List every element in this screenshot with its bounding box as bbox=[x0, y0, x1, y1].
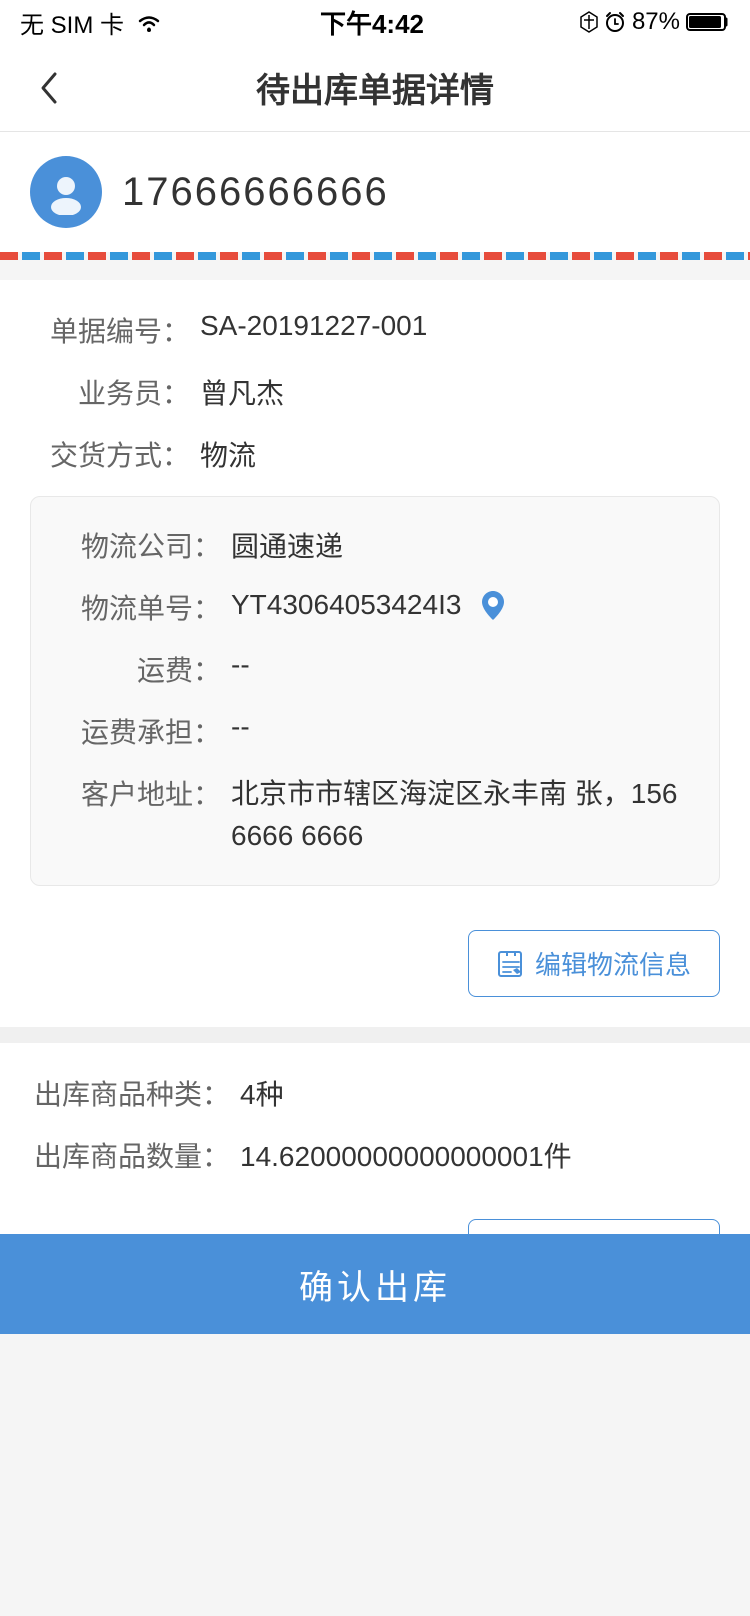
logistics-company-value: 圆通速递 bbox=[231, 525, 689, 565]
delivery-method-row: 交货方式： 物流 bbox=[30, 434, 720, 474]
logistics-freight-value: -- bbox=[231, 649, 689, 681]
nav-bar: 待出库单据详情 bbox=[0, 44, 750, 132]
delivery-method-label: 交货方式： bbox=[30, 434, 190, 474]
location-status-icon bbox=[580, 11, 598, 33]
status-time: 下午4:42 bbox=[320, 4, 424, 41]
edit-logistics-section: 编辑物流信息 bbox=[0, 910, 750, 1027]
page-title: 待出库单据详情 bbox=[256, 63, 494, 112]
logistics-address-row: 客户地址： 北京市市辖区海淀区永丰南 张，156 6666 6666 bbox=[61, 773, 689, 857]
logistics-freight-bearer-row: 运费承担： -- bbox=[61, 711, 689, 751]
logistics-address-value: 北京市市辖区海淀区永丰南 张，156 6666 6666 bbox=[231, 773, 689, 857]
logistics-address-label: 客户地址： bbox=[61, 773, 221, 813]
goods-quantity-label: 出库商品数量： bbox=[30, 1135, 230, 1175]
document-no-label: 单据编号： bbox=[30, 310, 190, 350]
dashed-separator bbox=[0, 252, 750, 260]
status-bar: 无 SIM 卡 下午4:42 87% bbox=[0, 0, 750, 44]
avatar bbox=[30, 156, 102, 228]
back-button[interactable] bbox=[24, 63, 74, 113]
logistics-freight-row: 运费： -- bbox=[61, 649, 689, 689]
battery-text: 87% bbox=[632, 8, 680, 36]
sales-person-label: 业务员： bbox=[30, 372, 190, 412]
status-right: 87% bbox=[580, 8, 730, 36]
logistics-tracking-value: YT43064053424I3 bbox=[231, 587, 689, 623]
confirm-outbound-button[interactable]: 确认出库 bbox=[299, 1260, 451, 1309]
goods-quantity-value: 14.62000000000000001件 bbox=[240, 1135, 720, 1175]
section-divider bbox=[0, 1027, 750, 1043]
sales-person-row: 业务员： 曾凡杰 bbox=[30, 372, 720, 412]
bottom-bar: 确认出库 bbox=[0, 1234, 750, 1334]
sales-person-value: 曾凡杰 bbox=[200, 372, 720, 412]
goods-section: 出库商品种类： 4种 出库商品数量： 14.62000000000000001件 bbox=[0, 1043, 750, 1199]
basic-info-section: 单据编号： SA-20191227-001 业务员： 曾凡杰 交货方式： 物流 … bbox=[0, 280, 750, 910]
status-left: 无 SIM 卡 bbox=[20, 5, 164, 40]
user-header: 17666666666 bbox=[0, 132, 750, 252]
logistics-freight-bearer-label: 运费承担： bbox=[61, 711, 221, 751]
goods-type-value: 4种 bbox=[240, 1073, 720, 1113]
user-avatar-icon bbox=[43, 169, 89, 215]
logistics-freight-label: 运费： bbox=[61, 649, 221, 689]
goods-type-row: 出库商品种类： 4种 bbox=[30, 1073, 720, 1113]
logistics-company-row: 物流公司： 圆通速递 bbox=[61, 525, 689, 565]
logistics-freight-bearer-value: -- bbox=[231, 711, 689, 743]
carrier-text: 无 SIM 卡 bbox=[20, 5, 124, 40]
document-no-value: SA-20191227-001 bbox=[200, 310, 720, 342]
bottom-spacer bbox=[0, 1316, 750, 1516]
document-no-row: 单据编号： SA-20191227-001 bbox=[30, 310, 720, 350]
location-pin-icon[interactable] bbox=[475, 587, 511, 623]
goods-quantity-row: 出库商品数量： 14.62000000000000001件 bbox=[30, 1135, 720, 1175]
delivery-method-value: 物流 bbox=[200, 434, 720, 474]
logistics-card: 物流公司： 圆通速递 物流单号： YT43064053424I3 运费： bbox=[30, 496, 720, 886]
user-phone: 17666666666 bbox=[122, 170, 389, 215]
edit-logistics-label: 编辑物流信息 bbox=[535, 945, 691, 982]
logistics-tracking-row: 物流单号： YT43064053424I3 bbox=[61, 587, 689, 627]
wifi-icon bbox=[134, 11, 164, 33]
edit-icon bbox=[497, 950, 525, 978]
alarm-icon bbox=[604, 11, 626, 33]
logistics-company-label: 物流公司： bbox=[61, 525, 221, 565]
logistics-tracking-label: 物流单号： bbox=[61, 587, 221, 627]
edit-logistics-button[interactable]: 编辑物流信息 bbox=[468, 930, 720, 997]
battery-icon bbox=[686, 11, 730, 33]
goods-type-label: 出库商品种类： bbox=[30, 1073, 230, 1113]
